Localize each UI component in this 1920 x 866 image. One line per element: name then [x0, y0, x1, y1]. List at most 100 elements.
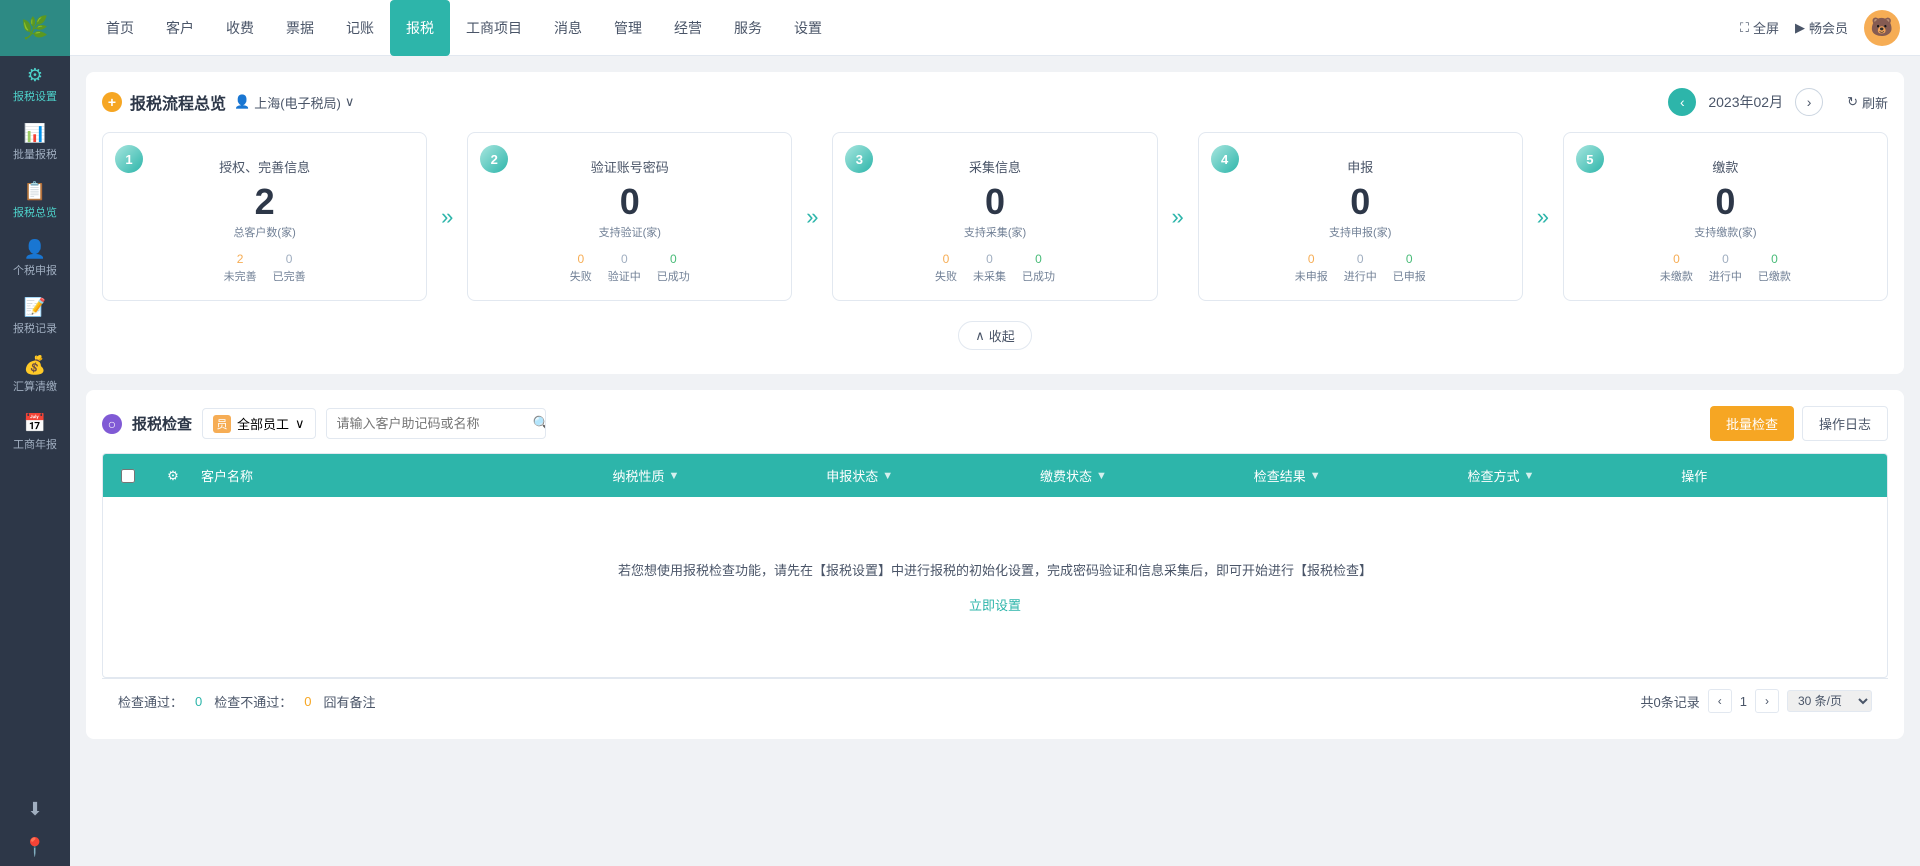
next-page-button[interactable]: › — [1755, 689, 1779, 713]
logo-icon: 🌿 — [21, 15, 48, 41]
nav-tax[interactable]: 报税 — [390, 0, 450, 56]
main-area: 首页 客户 收费 票据 记账 报税 工商项目 消息 管理 经营 服务 设置 ⛶ … — [70, 0, 1920, 866]
nav-home[interactable]: 首页 — [90, 0, 150, 56]
fail-count[interactable]: 0 — [304, 694, 311, 709]
stat-value[interactable]: 0 — [943, 252, 950, 266]
step-title-2: 验证账号密码 — [591, 157, 669, 176]
nav-settings[interactable]: 设置 — [778, 0, 838, 56]
location-selector[interactable]: 👤 上海(电子税局) ∨ — [234, 93, 354, 112]
stat-value[interactable]: 0 — [1406, 252, 1413, 266]
stat-value[interactable]: 2 — [237, 252, 244, 266]
filter-icon-check-result[interactable]: ▼ — [1310, 470, 1321, 482]
batch-check-button[interactable]: 批量检查 — [1710, 406, 1794, 441]
step-stats-3: 0 失败 0 未采集 0 已成功 — [935, 252, 1055, 284]
stat-value[interactable]: 0 — [1035, 252, 1042, 266]
nav-clients[interactable]: 客户 — [150, 0, 210, 56]
step-count-1: 2 — [255, 184, 275, 220]
step-sub-2: 支持验证(家) — [599, 224, 661, 240]
fullscreen-button[interactable]: ⛶ 全屏 — [1740, 18, 1779, 37]
sidebar-item-batch-tax[interactable]: 📊 批量报税 — [0, 114, 70, 172]
check-title: 报税检查 — [132, 413, 192, 434]
sidebar-item-personal-report[interactable]: 👤 个税申报 — [0, 230, 70, 288]
stat-1-0: 2 未完善 — [224, 252, 257, 284]
stat-value[interactable]: 0 — [577, 252, 584, 266]
sidebar-item-download[interactable]: ⬇ — [19, 790, 51, 828]
sidebar-item-tax-overview[interactable]: 📋 报税总览 — [0, 172, 70, 230]
staff-chevron-icon: ∨ — [295, 416, 305, 432]
operation-log-button[interactable]: 操作日志 — [1802, 406, 1888, 441]
filter-icon-payment-status[interactable]: ▼ — [1096, 470, 1107, 482]
stat-value: 0 — [986, 252, 993, 266]
setup-link[interactable]: 立即设置 — [969, 595, 1021, 614]
sidebar-item-tax-records[interactable]: 📝 报税记录 — [0, 288, 70, 346]
step-stats-4: 0 未申报 0 进行中 0 已申报 — [1295, 252, 1426, 284]
nav-services[interactable]: 服务 — [718, 0, 778, 56]
filter-icon-check-method[interactable]: ▼ — [1524, 470, 1535, 482]
stat-value[interactable]: 0 — [1771, 252, 1778, 266]
stat-value[interactable]: 0 — [1308, 252, 1315, 266]
stat-value[interactable]: 0 — [1673, 252, 1680, 266]
sidebar-item-location[interactable]: 📍 — [19, 828, 51, 866]
step-title-3: 采集信息 — [969, 157, 1021, 176]
collapse-bar: ∧ 收起 — [102, 313, 1888, 358]
filter-icon-report-status[interactable]: ▼ — [882, 470, 893, 482]
month-navigation: ‹ 2023年02月 › — [1668, 88, 1823, 116]
flow-step-5: 5 缴款 0 支持缴款(家) 0 未缴款 0 进行中 — [1563, 132, 1888, 301]
prev-month-button[interactable]: ‹ — [1668, 88, 1696, 116]
refresh-button[interactable]: ↻ 刷新 — [1847, 93, 1888, 112]
staff-label: 全部员工 — [237, 414, 289, 433]
select-all-checkbox[interactable] — [121, 469, 135, 483]
note-label: 囧有备注 — [324, 692, 376, 711]
nav-fees[interactable]: 收费 — [210, 0, 270, 56]
flow-overview-card: + 报税流程总览 👤 上海(电子税局) ∨ ‹ 2023年02月 › ↻ 刷新 — [86, 72, 1904, 374]
stat-label: 已完善 — [273, 268, 306, 284]
step-number-1: 1 — [115, 145, 143, 173]
filter-icon-tax-nature[interactable]: ▼ — [669, 470, 680, 482]
vip-button[interactable]: ▶ 畅会员 — [1795, 18, 1848, 37]
vip-icon: ▶ — [1795, 20, 1805, 36]
nav-operations[interactable]: 经营 — [658, 0, 718, 56]
refresh-label: 刷新 — [1862, 93, 1888, 112]
stat-value: 0 — [621, 252, 628, 266]
nav-messages[interactable]: 消息 — [538, 0, 598, 56]
sidebar-item-tax-settings[interactable]: ⚙ 报税设置 — [0, 56, 70, 114]
nav-accounting[interactable]: 记账 — [330, 0, 390, 56]
topbar: 首页 客户 收费 票据 记账 报税 工商项目 消息 管理 经营 服务 设置 ⛶ … — [70, 0, 1920, 56]
stat-3-1: 0 未采集 — [973, 252, 1006, 284]
sidebar-item-label: 工商年报 — [13, 436, 57, 452]
client-search-input[interactable] — [327, 410, 523, 437]
user-avatar[interactable]: 🐻 — [1864, 10, 1900, 46]
stat-value[interactable]: 0 — [670, 252, 677, 266]
stat-5-2: 0 已缴款 — [1758, 252, 1791, 284]
refresh-icon: ↻ — [1847, 94, 1858, 110]
collapse-button[interactable]: ∧ 收起 — [958, 321, 1032, 350]
search-button[interactable]: 🔍 — [523, 409, 546, 438]
nav-commerce[interactable]: 工商项目 — [450, 0, 538, 56]
staff-selector[interactable]: 员 全部员工 ∨ — [202, 408, 316, 439]
nav-invoices[interactable]: 票据 — [270, 0, 330, 56]
next-month-button[interactable]: › — [1795, 88, 1823, 116]
location-chevron-icon: ∨ — [345, 94, 355, 110]
arrow-3-4: » — [1158, 132, 1198, 301]
sidebar-item-label: 汇算清缴 — [13, 378, 57, 394]
nav-management[interactable]: 管理 — [598, 0, 658, 56]
sidebar-item-settlement[interactable]: 💰 汇算清缴 — [0, 346, 70, 404]
pass-count[interactable]: 0 — [195, 694, 202, 709]
stat-2-1: 0 验证中 — [608, 252, 641, 284]
arrow-2-3: » — [792, 132, 832, 301]
settings-icon[interactable]: ⚙ — [167, 468, 179, 484]
step-number-4: 4 — [1211, 145, 1239, 173]
per-page-selector[interactable]: 30 条/页 50 条/页 100 条/页 — [1787, 690, 1872, 712]
sidebar-item-label: 报税总览 — [13, 204, 57, 220]
sidebar-bottom: ⬇ 📍 — [19, 790, 51, 866]
prev-page-button[interactable]: ‹ — [1708, 689, 1732, 713]
flow-step-4: 4 申报 0 支持申报(家) 0 未申报 0 进行中 — [1198, 132, 1523, 301]
tax-check-section: ○ 报税检查 员 全部员工 ∨ 🔍 批量检查 操作日志 — [86, 390, 1904, 739]
collapse-label: 收起 — [989, 326, 1015, 345]
search-box: 🔍 — [326, 408, 546, 439]
step-count-5: 0 — [1715, 184, 1735, 220]
stat-label: 已申报 — [1393, 268, 1426, 284]
check-icon: ○ — [102, 414, 122, 434]
stat-label: 未申报 — [1295, 268, 1328, 284]
sidebar-item-annual-report[interactable]: 📅 工商年报 — [0, 404, 70, 462]
